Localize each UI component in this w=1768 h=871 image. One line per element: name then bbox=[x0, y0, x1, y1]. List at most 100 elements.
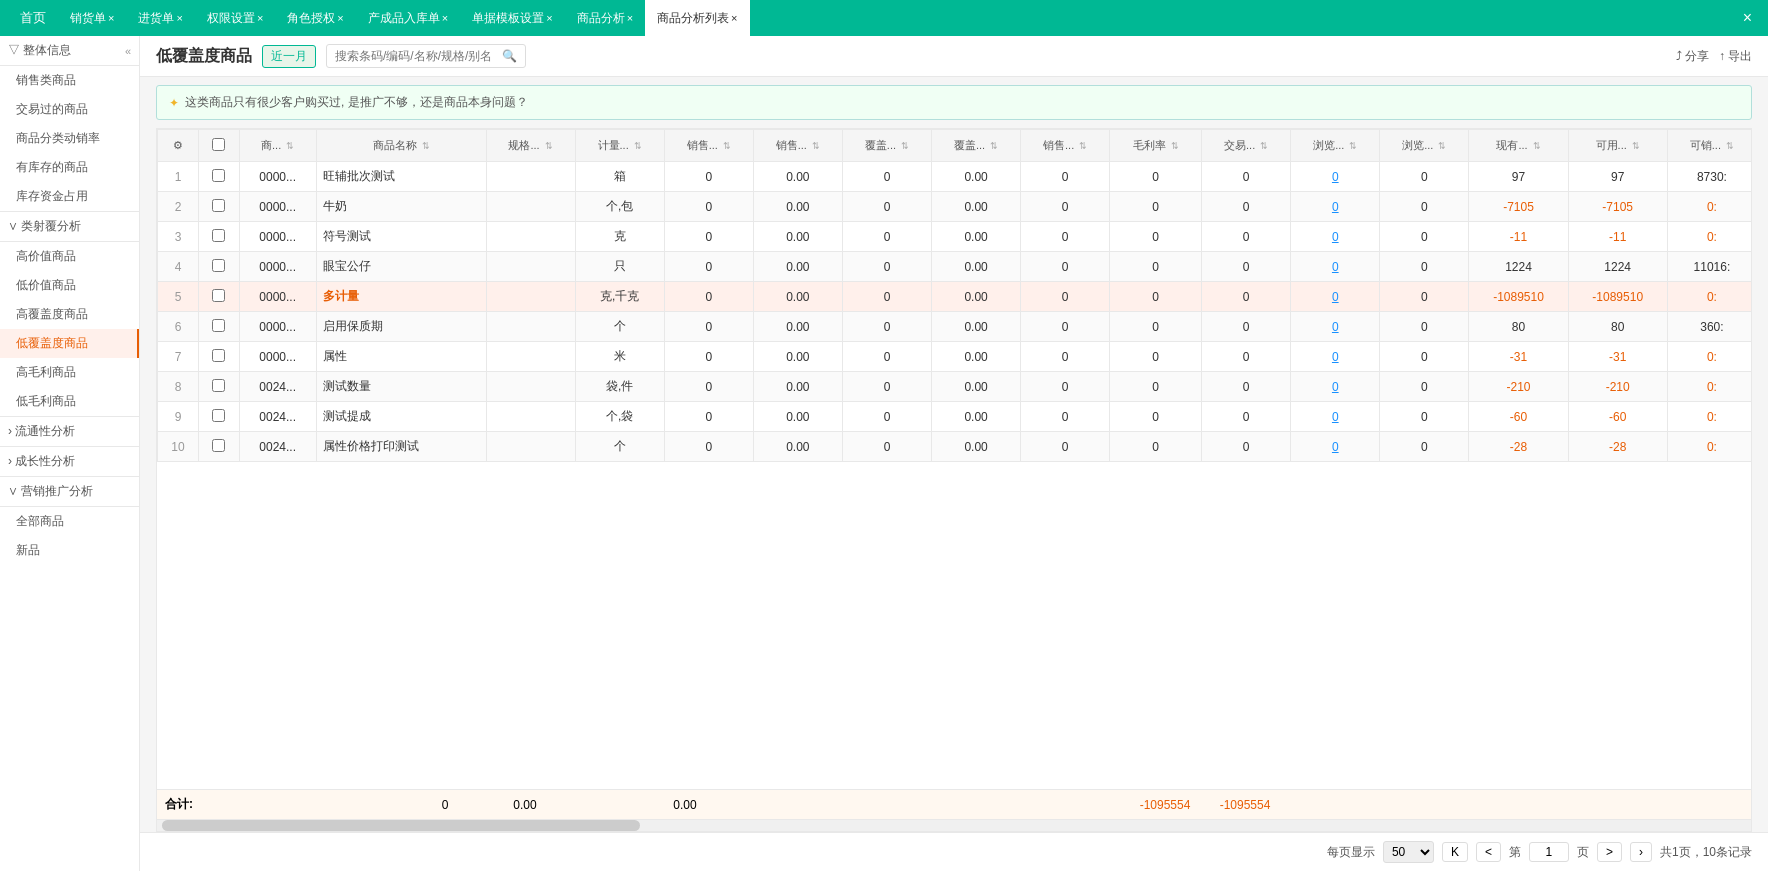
sidebar-item-in-stock[interactable]: 有库存的商品 bbox=[0, 153, 139, 182]
col-coverage2[interactable]: 覆盖... ⇅ bbox=[932, 130, 1021, 162]
col-margin[interactable]: 毛利率 ⇅ bbox=[1110, 130, 1202, 162]
page-number-input[interactable] bbox=[1529, 842, 1569, 862]
row-checkbox[interactable] bbox=[199, 252, 239, 282]
row-name[interactable]: 测试提成 bbox=[316, 402, 486, 432]
first-page-button[interactable]: K bbox=[1442, 842, 1468, 862]
nav-permissions-close[interactable]: × bbox=[257, 12, 263, 24]
nav-product-storage[interactable]: 产成品入库单 × bbox=[356, 0, 460, 36]
horizontal-scrollbar[interactable] bbox=[156, 820, 1752, 832]
nav-product-analysis[interactable]: 商品分析 × bbox=[565, 0, 645, 36]
scrollbar-thumb[interactable] bbox=[162, 820, 640, 831]
row-checkbox[interactable] bbox=[199, 162, 239, 192]
sidebar-flow-header[interactable]: › 流通性分析 bbox=[8, 423, 75, 440]
row-name[interactable]: 属性价格打印测试 bbox=[316, 432, 486, 462]
row-browse1[interactable]: 0 bbox=[1291, 432, 1380, 462]
row-name[interactable]: 属性 bbox=[316, 342, 486, 372]
row-checkbox[interactable] bbox=[199, 312, 239, 342]
row-select-checkbox[interactable] bbox=[212, 409, 225, 422]
row-browse1[interactable]: 0 bbox=[1291, 192, 1380, 222]
row-select-checkbox[interactable] bbox=[212, 229, 225, 242]
row-browse1[interactable]: 0 bbox=[1291, 402, 1380, 432]
col-checkbox-all[interactable] bbox=[199, 130, 239, 162]
sidebar-overall-header[interactable]: ▽ 整体信息 bbox=[8, 42, 71, 59]
row-select-checkbox[interactable] bbox=[212, 259, 225, 272]
sidebar-item-all-products[interactable]: 全部商品 bbox=[0, 507, 139, 536]
row-browse1[interactable]: 0 bbox=[1291, 342, 1380, 372]
col-transaction[interactable]: 交易... ⇅ bbox=[1202, 130, 1291, 162]
nav-permissions[interactable]: 权限设置 × bbox=[195, 0, 275, 36]
nav-product-analysis-list[interactable]: 商品分析列表 × bbox=[645, 0, 749, 36]
col-unit[interactable]: 计量... ⇅ bbox=[575, 130, 664, 162]
export-button[interactable]: ↑ 导出 bbox=[1719, 48, 1752, 65]
row-browse1[interactable]: 0 bbox=[1291, 162, 1380, 192]
last-page-button[interactable]: › bbox=[1630, 842, 1652, 862]
row-select-checkbox[interactable] bbox=[212, 289, 225, 302]
nav-sales[interactable]: 销货单 × bbox=[58, 0, 126, 36]
row-checkbox[interactable] bbox=[199, 342, 239, 372]
prev-page-button[interactable]: < bbox=[1476, 842, 1501, 862]
row-browse1[interactable]: 0 bbox=[1291, 282, 1380, 312]
row-checkbox[interactable] bbox=[199, 282, 239, 312]
sidebar-coverage-header[interactable]: ∨ 类射覆分析 bbox=[8, 218, 81, 235]
col-coverage1[interactable]: 覆盖... ⇅ bbox=[842, 130, 931, 162]
col-browse2[interactable]: 浏览... ⇅ bbox=[1380, 130, 1469, 162]
nav-product-analysis-close[interactable]: × bbox=[627, 12, 633, 24]
sidebar-item-high-coverage[interactable]: 高覆盖度商品 bbox=[0, 300, 139, 329]
row-select-checkbox[interactable] bbox=[212, 319, 225, 332]
nav-home[interactable]: 首页 bbox=[8, 0, 58, 36]
row-select-checkbox[interactable] bbox=[212, 379, 225, 392]
nav-purchase-close[interactable]: × bbox=[176, 12, 182, 24]
row-checkbox[interactable] bbox=[199, 372, 239, 402]
row-checkbox[interactable] bbox=[199, 432, 239, 462]
nav-purchase[interactable]: 进货单 × bbox=[126, 0, 194, 36]
sidebar-item-traded-products[interactable]: 交易过的商品 bbox=[0, 95, 139, 124]
col-code[interactable]: 商... ⇅ bbox=[239, 130, 316, 162]
nav-template[interactable]: 单据模板设置 × bbox=[460, 0, 564, 36]
row-checkbox[interactable] bbox=[199, 402, 239, 432]
sidebar-item-category-rate[interactable]: 商品分类动销率 bbox=[0, 124, 139, 153]
share-button[interactable]: ⤴ 分享 bbox=[1676, 48, 1709, 65]
sidebar-item-stock-capital[interactable]: 库存资金占用 bbox=[0, 182, 139, 211]
row-browse1[interactable]: 0 bbox=[1291, 222, 1380, 252]
col-sale-amount[interactable]: 销售... ⇅ bbox=[753, 130, 842, 162]
row-name[interactable]: 眼宝公仔 bbox=[316, 252, 486, 282]
select-all-checkbox[interactable] bbox=[212, 138, 225, 151]
row-select-checkbox[interactable] bbox=[212, 169, 225, 182]
row-browse1[interactable]: 0 bbox=[1291, 312, 1380, 342]
col-settings[interactable]: ⚙ bbox=[158, 130, 199, 162]
row-name[interactable]: 旺辅批次测试 bbox=[316, 162, 486, 192]
sidebar-marketing-header[interactable]: ∨ 营销推广分析 bbox=[8, 483, 93, 500]
sidebar-item-low-value[interactable]: 低价值商品 bbox=[0, 271, 139, 300]
row-select-checkbox[interactable] bbox=[212, 349, 225, 362]
per-page-select[interactable]: 50 20 100 200 bbox=[1383, 841, 1434, 863]
col-spec[interactable]: 规格... ⇅ bbox=[486, 130, 575, 162]
search-box[interactable]: 🔍 bbox=[326, 44, 526, 68]
row-browse1[interactable]: 0 bbox=[1291, 372, 1380, 402]
col-browse1[interactable]: 浏览... ⇅ bbox=[1291, 130, 1380, 162]
row-name[interactable]: 启用保质期 bbox=[316, 312, 486, 342]
nav-template-close[interactable]: × bbox=[546, 12, 552, 24]
nav-sales-close[interactable]: × bbox=[108, 12, 114, 24]
sidebar-growth-header[interactable]: › 成长性分析 bbox=[8, 453, 75, 470]
sidebar-item-low-coverage[interactable]: 低覆盖度商品 bbox=[0, 329, 139, 358]
row-name[interactable]: 牛奶 bbox=[316, 192, 486, 222]
nav-roles-close[interactable]: × bbox=[337, 12, 343, 24]
sidebar-item-sales-products[interactable]: 销售类商品 bbox=[0, 66, 139, 95]
row-name[interactable]: 测试数量 bbox=[316, 372, 486, 402]
sidebar-collapse-icon[interactable]: « bbox=[125, 45, 131, 57]
col-name[interactable]: 商品名称 ⇅ bbox=[316, 130, 486, 162]
sidebar-item-low-margin[interactable]: 低毛利商品 bbox=[0, 387, 139, 416]
time-filter-button[interactable]: 近一月 bbox=[262, 45, 316, 68]
next-page-button[interactable]: > bbox=[1597, 842, 1622, 862]
nav-product-storage-close[interactable]: × bbox=[442, 12, 448, 24]
sidebar-item-new-products[interactable]: 新品 bbox=[0, 536, 139, 565]
col-available[interactable]: 可用... ⇅ bbox=[1568, 130, 1667, 162]
col-saleable[interactable]: 可销... ⇅ bbox=[1667, 130, 1752, 162]
nav-product-analysis-list-close[interactable]: × bbox=[731, 12, 737, 24]
sidebar-item-high-margin[interactable]: 高毛利商品 bbox=[0, 358, 139, 387]
col-sale-qty[interactable]: 销售... ⇅ bbox=[664, 130, 753, 162]
row-select-checkbox[interactable] bbox=[212, 199, 225, 212]
sidebar-item-high-value[interactable]: 高价值商品 bbox=[0, 242, 139, 271]
search-input[interactable] bbox=[335, 49, 498, 63]
row-name[interactable]: 符号测试 bbox=[316, 222, 486, 252]
